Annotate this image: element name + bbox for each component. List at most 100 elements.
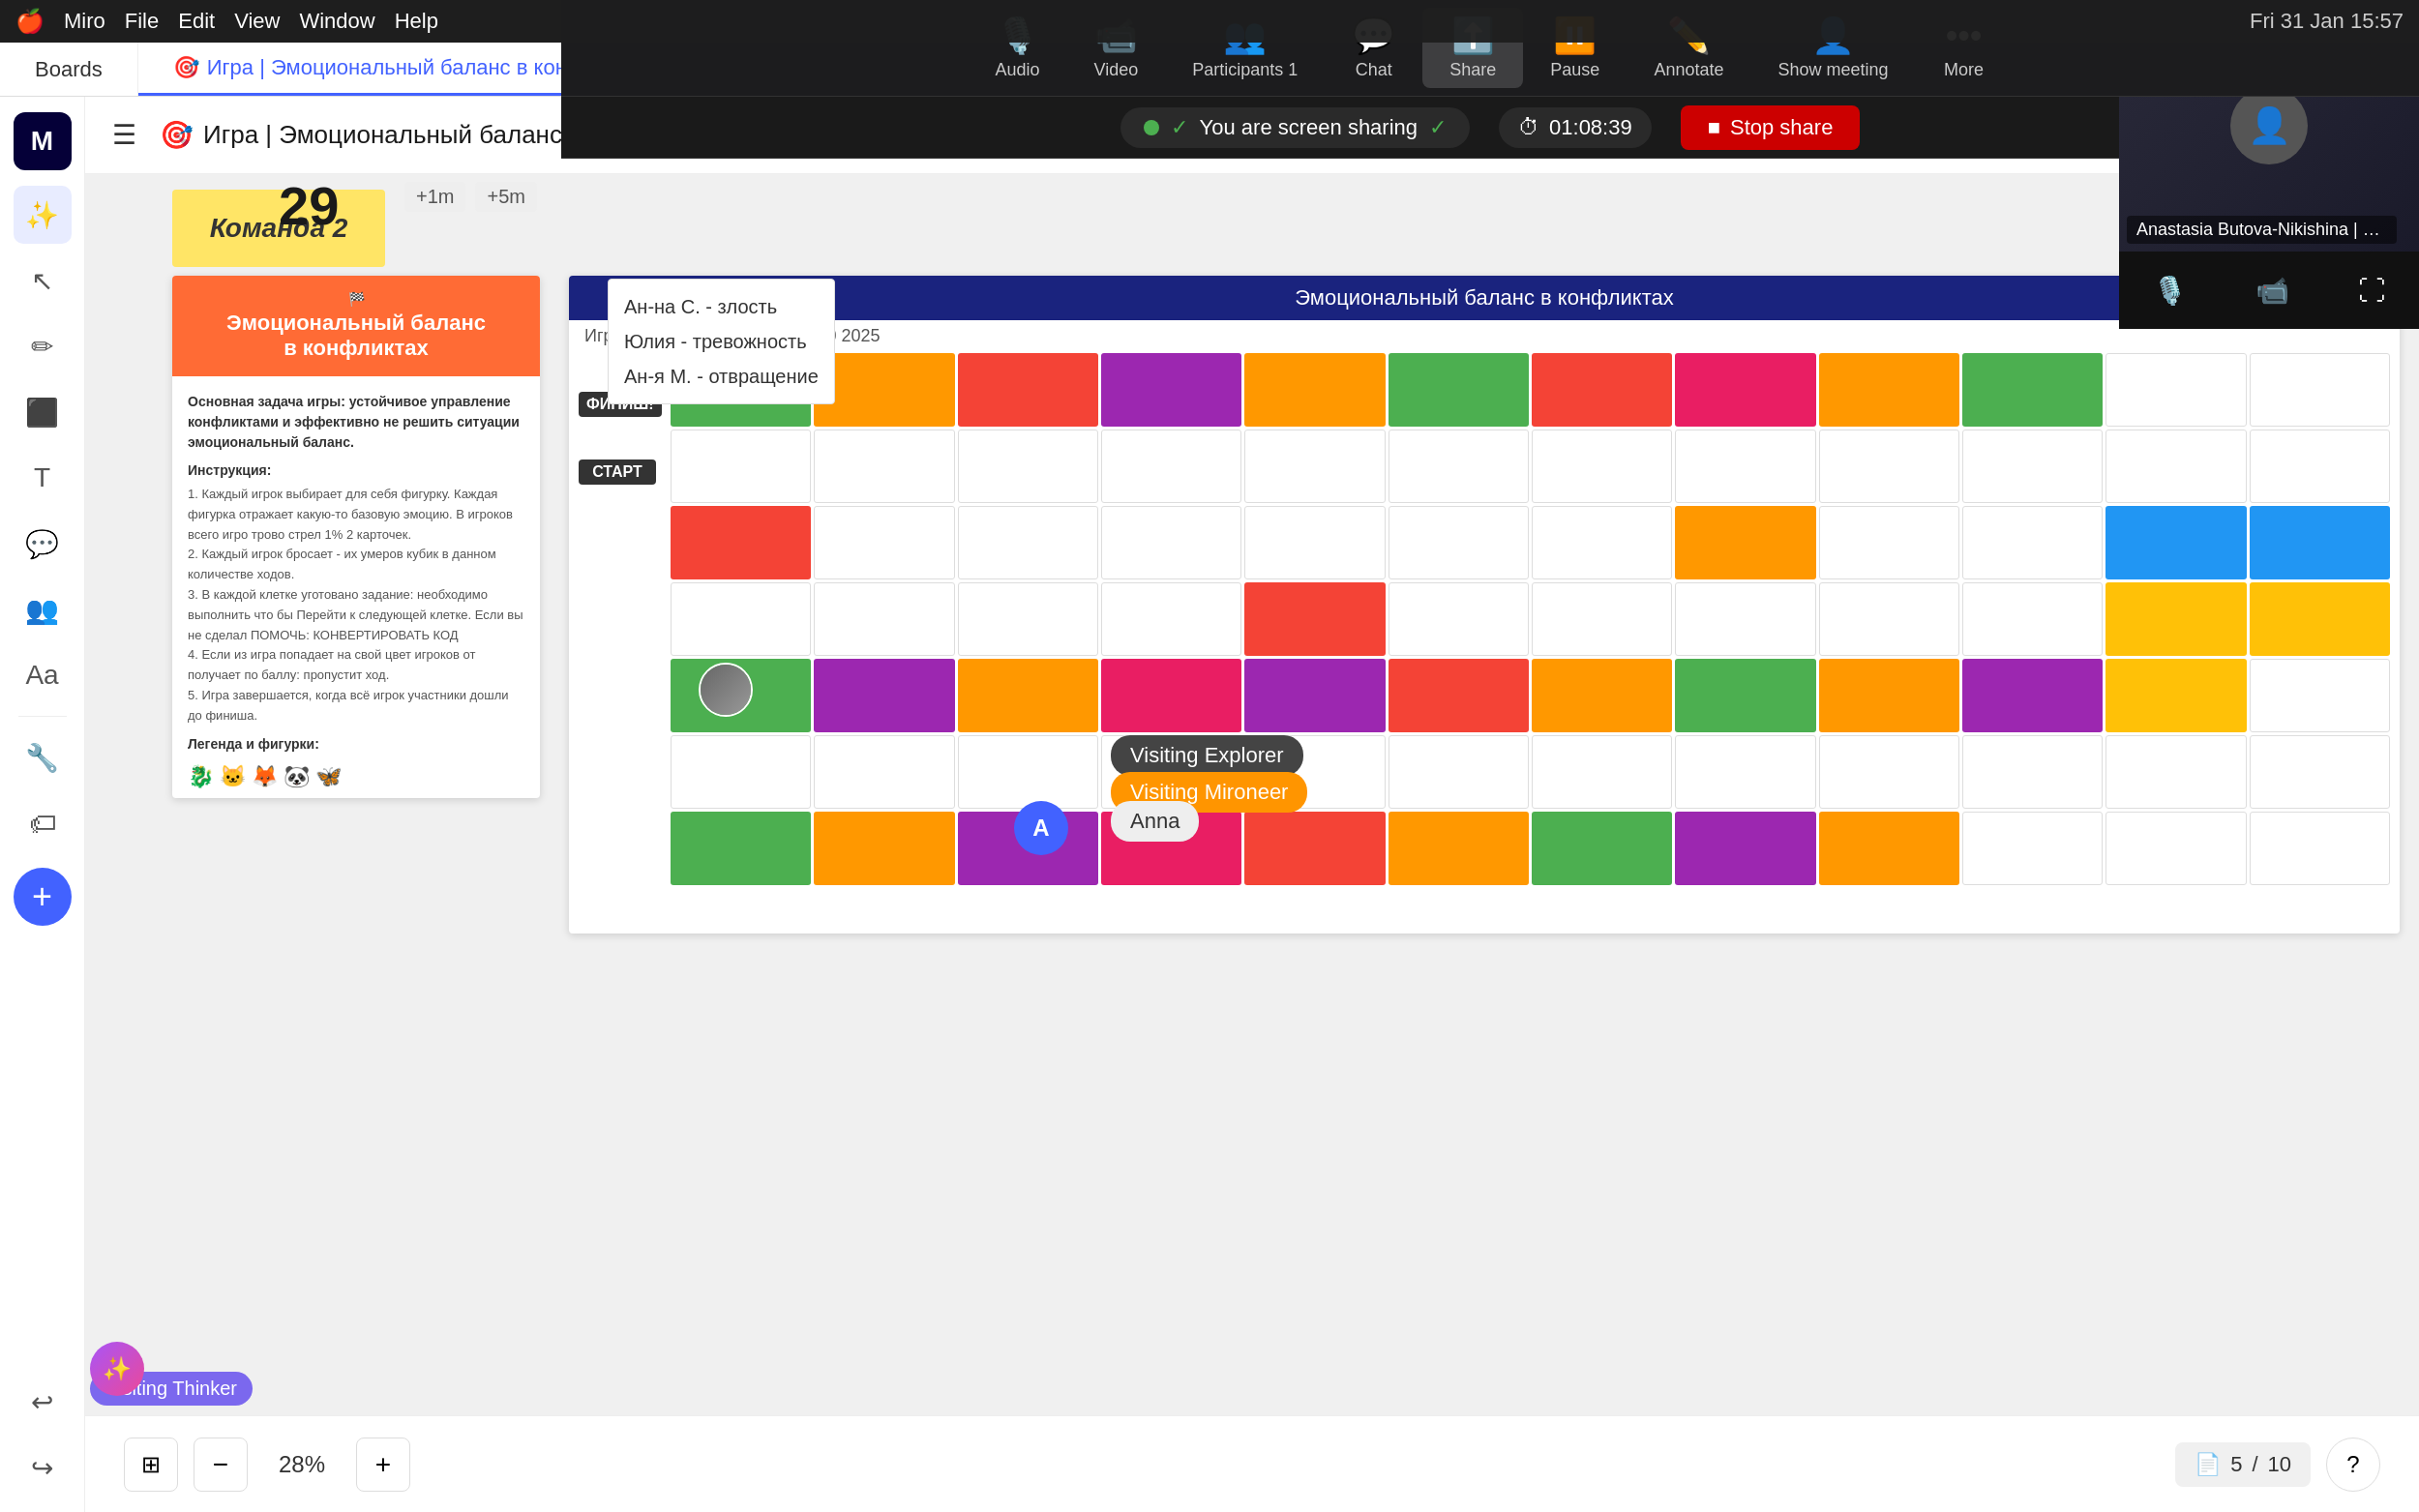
cell-r1-c3 bbox=[958, 353, 1098, 427]
instruction-body: Основная задача игры: устойчивое управле… bbox=[172, 376, 540, 798]
start-label: СТАРТ bbox=[579, 460, 656, 485]
sidebar-select-btn[interactable]: ↖ bbox=[14, 252, 72, 310]
hamburger-menu-btn[interactable]: ☰ bbox=[105, 111, 144, 159]
plus-5m-btn[interactable]: +5m bbox=[475, 182, 536, 212]
cell-r7-c12 bbox=[2250, 812, 2390, 885]
anna-name-label: Anna bbox=[1111, 801, 1199, 842]
share-dot bbox=[1144, 120, 1159, 135]
zoom-out-btn[interactable]: − bbox=[194, 1438, 248, 1492]
participants-label: Participants 1 bbox=[1192, 60, 1298, 80]
timer-value: 01:08:39 bbox=[1549, 115, 1632, 140]
menu-window[interactable]: Window bbox=[299, 9, 374, 34]
cell-r1-c6 bbox=[1389, 353, 1529, 427]
cell-r1-c7 bbox=[1532, 353, 1672, 427]
apple-menu[interactable]: 🍎 bbox=[15, 8, 45, 35]
sidebar-sticky-btn[interactable]: 💬 bbox=[14, 515, 72, 573]
game-board: Эмоциональный баланс в конфликтах Игрово… bbox=[569, 276, 2400, 934]
stop-share-button[interactable]: ■ Stop share bbox=[1681, 105, 1861, 150]
cell-r7-c11 bbox=[2105, 812, 2246, 885]
plus-1m-btn[interactable]: +1m bbox=[404, 182, 465, 212]
cell-r4-c10 bbox=[1962, 582, 2103, 656]
stop-share-label: Stop share bbox=[1730, 115, 1833, 140]
sidebar-type-btn[interactable]: Aa bbox=[14, 646, 72, 704]
cell-r2-c6 bbox=[1389, 430, 1529, 503]
sidebar-bottom: ↩ ↪ bbox=[14, 1373, 72, 1497]
visiting-explorer-label: Visiting Explorer bbox=[1111, 735, 1303, 776]
menu-view[interactable]: View bbox=[234, 9, 280, 34]
cell-r4-c5 bbox=[1244, 582, 1385, 656]
fit-to-screen-btn[interactable]: ⊞ bbox=[124, 1438, 178, 1492]
avatar-image bbox=[701, 665, 751, 715]
sidebar-add-button[interactable]: + bbox=[14, 868, 72, 926]
cell-r4-c12 bbox=[2250, 582, 2390, 656]
annotate-label: Annotate bbox=[1654, 60, 1723, 80]
cell-r6-c10 bbox=[1962, 735, 2103, 809]
sidebar-pen-btn[interactable]: ✏ bbox=[14, 317, 72, 375]
cell-r2-c4 bbox=[1101, 430, 1241, 503]
active-board-icon: 🎯 bbox=[173, 55, 199, 80]
sidebar-redo-btn[interactable]: ↪ bbox=[14, 1438, 72, 1497]
cell-r4-c9 bbox=[1819, 582, 1959, 656]
menu-edit[interactable]: Edit bbox=[178, 9, 215, 34]
share-check-icon: ✓ bbox=[1171, 115, 1188, 140]
more-label: More bbox=[1944, 60, 1984, 80]
cell-r1-c2 bbox=[814, 353, 954, 427]
sidebar-ai-btn[interactable]: ✨ bbox=[14, 186, 72, 244]
meeting-expand-btn[interactable]: ⛶ bbox=[2350, 267, 2393, 314]
menu-file[interactable]: File bbox=[125, 9, 159, 34]
zoom-in-btn[interactable]: + bbox=[356, 1438, 410, 1492]
cell-r6-c9 bbox=[1819, 735, 1959, 809]
instr-rules-header: Инструкция: bbox=[188, 460, 524, 481]
cell-r6-c1 bbox=[671, 735, 811, 809]
miro-sidebar: M ✨ ↖ ✏ ⬛ T 💬 👥 Aa 🔧 🏷 + ↩ ↪ bbox=[0, 97, 85, 1512]
instr-main-text: Основная задача игры: устойчивое управле… bbox=[188, 392, 524, 453]
sidebar-undo-btn[interactable]: ↩ bbox=[14, 1373, 72, 1431]
menu-help[interactable]: Help bbox=[395, 9, 438, 34]
cell-r4-c1 bbox=[671, 582, 811, 656]
instruction-header: 🏁 Эмоциональный балансв конфликтах bbox=[172, 276, 540, 376]
emotion-anna: Ан-на С. - злость bbox=[624, 289, 819, 324]
cell-r5-c4 bbox=[1101, 659, 1241, 732]
meeting-video-controls: 🎙️ 📹 ⛶ bbox=[2119, 252, 2419, 329]
canvas-area[interactable]: Команда 2 29 +1m +5m 🏁 Эмоциональный бал… bbox=[85, 174, 2419, 1512]
cell-r2-c2 bbox=[814, 430, 954, 503]
meeting-mic-btn[interactable]: 🎙️ bbox=[2145, 267, 2195, 314]
share-timer: ⏱ 01:08:39 bbox=[1499, 107, 1652, 148]
miro-logo[interactable]: M bbox=[14, 112, 72, 170]
cell-r3-c1 bbox=[671, 506, 811, 579]
cell-r2-c3 bbox=[958, 430, 1098, 503]
clock-icon: ⏱ bbox=[1518, 115, 1539, 140]
person-avatar: 👤 bbox=[2230, 87, 2308, 164]
zoom-in-icon: + bbox=[375, 1449, 391, 1480]
sidebar-tags-btn[interactable]: 🏷 bbox=[14, 794, 72, 852]
zoom-level-display: 28% bbox=[263, 1451, 341, 1478]
sidebar-shapes-btn[interactable]: ⬛ bbox=[14, 383, 72, 441]
cell-r1-c8 bbox=[1675, 353, 1815, 427]
cell-r3-c11 bbox=[2105, 506, 2246, 579]
chat-label: Chat bbox=[1356, 60, 1392, 80]
cell-r6-c7 bbox=[1532, 735, 1672, 809]
cell-r5-c6 bbox=[1389, 659, 1529, 732]
sidebar-tools-btn[interactable]: 🔧 bbox=[14, 728, 72, 786]
page-icon: 📄 bbox=[2195, 1452, 2221, 1477]
cell-r2-c8 bbox=[1675, 430, 1815, 503]
tab-boards[interactable]: Boards bbox=[0, 43, 138, 96]
meeting-camera-btn[interactable]: 📹 bbox=[2248, 267, 2297, 314]
cell-r3-c3 bbox=[958, 506, 1098, 579]
cell-r3-c8 bbox=[1675, 506, 1815, 579]
sidebar-text-btn[interactable]: T bbox=[14, 449, 72, 507]
cell-r7-c9 bbox=[1819, 812, 1959, 885]
game-grid bbox=[671, 353, 2390, 885]
emotion-yulia: Юлия - тревожность bbox=[624, 324, 819, 359]
instr-legend-header: Легенда и фигурки: bbox=[188, 734, 524, 755]
stop-icon: ■ bbox=[1708, 115, 1720, 140]
cell-r7-c8 bbox=[1675, 812, 1815, 885]
share-check-icon2: ✓ bbox=[1429, 115, 1447, 140]
show-meeting-label: Show meeting bbox=[1777, 60, 1888, 80]
instruction-icons: 🏁 bbox=[188, 291, 524, 307]
share-status-text: You are screen sharing bbox=[1200, 115, 1418, 140]
sidebar-mind-btn[interactable]: 👥 bbox=[14, 580, 72, 638]
help-button[interactable]: ? bbox=[2326, 1438, 2380, 1492]
ai-assistant-button[interactable]: ✨ bbox=[90, 1342, 144, 1396]
menu-miro[interactable]: Miro bbox=[64, 9, 105, 34]
